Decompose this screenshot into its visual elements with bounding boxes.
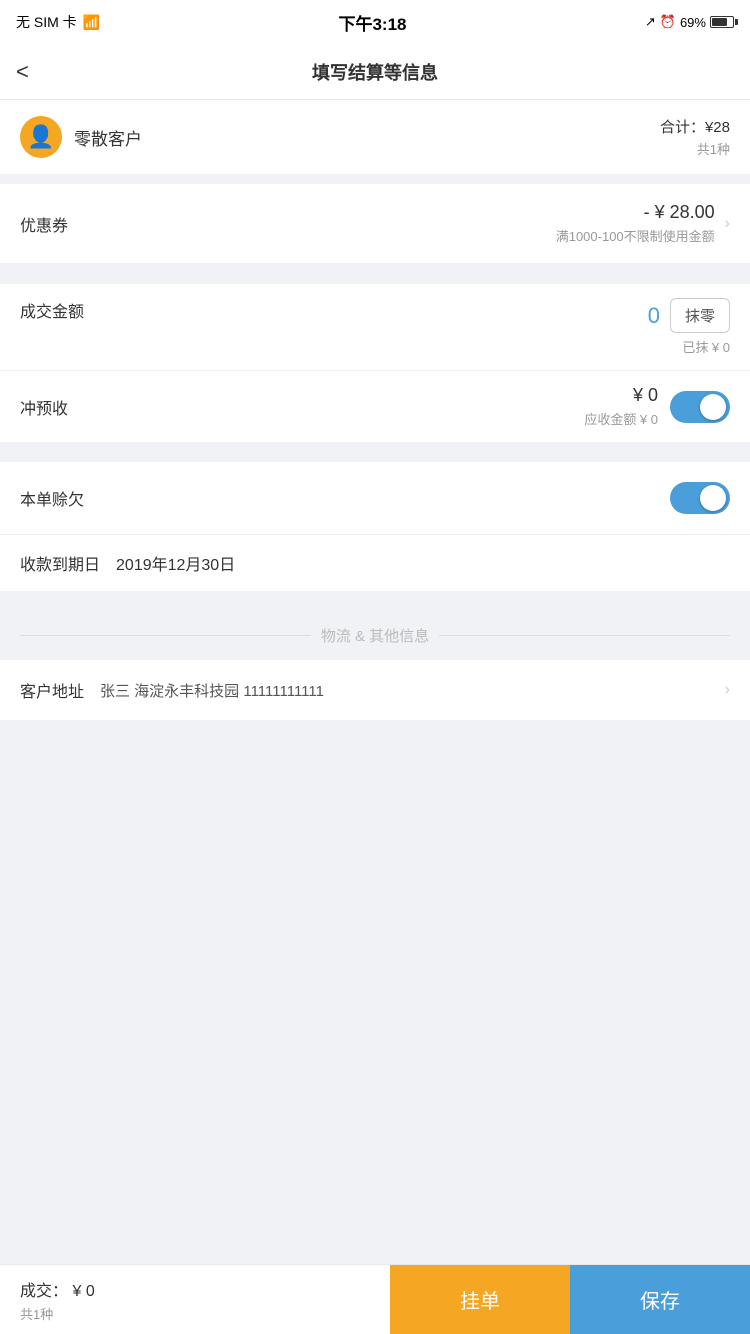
bottom-deal-label: 成交： (20, 1283, 68, 1300)
coupon-row[interactable]: 优惠券 - ¥ 28.00 满1000-100不限制使用金额 › (0, 184, 750, 264)
prepay-toggle[interactable] (670, 391, 730, 423)
deal-input-area: 0 抹零 (648, 298, 730, 333)
deal-row: 成交金额 0 抹零 已抹 ¥ 0 (0, 284, 750, 371)
bottom-summary: 成交： ¥ 0 共1种 (0, 1277, 390, 1323)
save-button[interactable]: 保存 (570, 1265, 750, 1334)
credit-section: 本单赊欠 收款到期日 2019年12月30日 (0, 462, 750, 591)
total-label: 合计：¥28 (660, 116, 730, 137)
chevron-right-icon: › (725, 215, 730, 233)
deal-right: 0 抹零 已抹 ¥ 0 (648, 298, 730, 356)
address-value: 张三 海淀永丰科技园 11111111111 (100, 680, 725, 701)
coupon-desc: 满1000-100不限制使用金额 (556, 226, 715, 245)
bottom-spacer (0, 730, 750, 810)
address-section: 客户地址 张三 海淀永丰科技园 11111111111 › (0, 660, 750, 720)
status-right: ↗ ⏰ 69% (645, 14, 734, 30)
section-divider-1 (0, 274, 750, 284)
wifi-icon: 📶 (83, 14, 100, 31)
back-button[interactable]: < (16, 59, 29, 85)
page-title: 填写结算等信息 (312, 59, 438, 85)
logistics-header: 物流 & 其他信息 (0, 611, 750, 660)
prepay-info: ¥ 0 应收金额 ¥ 0 (584, 385, 658, 428)
coupon-section: 优惠券 - ¥ 28.00 满1000-100不限制使用金额 › (0, 184, 750, 264)
no-sim-text: 无 SIM 卡 (16, 12, 77, 32)
due-label: 收款到期日 (20, 551, 100, 575)
bottom-deal: 成交： ¥ 0 (20, 1277, 370, 1301)
prepay-right: ¥ 0 应收金额 ¥ 0 (584, 385, 730, 428)
address-row[interactable]: 客户地址 张三 海淀永丰科技园 11111111111 › (0, 660, 750, 720)
battery-icon (710, 16, 734, 28)
bottom-deal-value: ¥ 0 (72, 1283, 94, 1300)
avatar-icon: 👤 (27, 124, 54, 150)
credit-toggle[interactable] (670, 482, 730, 514)
deal-sub: 已抹 ¥ 0 (682, 337, 730, 356)
prepay-label: 冲预收 (20, 395, 68, 419)
prepay-row: 冲预收 ¥ 0 应收金额 ¥ 0 (0, 371, 750, 442)
section-divider-3 (0, 601, 750, 611)
deal-label: 成交金额 (20, 298, 84, 322)
section-divider-2 (0, 452, 750, 462)
location-icon: ↗ (645, 14, 656, 30)
logistics-section: 物流 & 其他信息 (0, 611, 750, 660)
prepay-amount: ¥ 0 (584, 385, 658, 406)
status-left: 无 SIM 卡 📶 (16, 12, 100, 32)
credit-row: 本单赊欠 (0, 462, 750, 534)
status-time: 下午3:18 (338, 10, 406, 35)
coupon-amount: - ¥ 28.00 (556, 202, 715, 223)
bottom-bar: 成交： ¥ 0 共1种 挂单 保存 (0, 1264, 750, 1334)
customer-name: 零散客户 (74, 125, 142, 150)
deal-value[interactable]: 0 (648, 303, 660, 329)
round-down-button[interactable]: 抹零 (670, 298, 730, 333)
customer-info: 👤 零散客户 (20, 116, 142, 158)
battery-percent: 69% (680, 15, 706, 30)
bottom-count: 共1种 (20, 1304, 370, 1323)
prepay-sub: 应收金额 ¥ 0 (584, 409, 658, 428)
logistics-title: 物流 & 其他信息 (321, 625, 429, 646)
address-chevron-icon: › (725, 681, 730, 699)
status-bar: 无 SIM 卡 📶 下午3:18 ↗ ⏰ 69% (0, 0, 750, 44)
alarm-icon: ⏰ (660, 14, 676, 30)
nav-bar: < 填写结算等信息 (0, 44, 750, 100)
coupon-label: 优惠券 (20, 212, 68, 236)
address-label: 客户地址 (20, 678, 84, 702)
coupon-value: - ¥ 28.00 满1000-100不限制使用金额 (556, 202, 715, 245)
avatar: 👤 (20, 116, 62, 158)
due-date-row[interactable]: 收款到期日 2019年12月30日 (0, 534, 750, 591)
credit-label: 本单赊欠 (20, 486, 84, 510)
customer-row[interactable]: 👤 零散客户 合计：¥28 共1种 (0, 100, 750, 174)
customer-total: 合计：¥28 共1种 (660, 116, 730, 158)
customer-section: 👤 零散客户 合计：¥28 共1种 (0, 100, 750, 174)
deal-section: 成交金额 0 抹零 已抹 ¥ 0 冲预收 ¥ 0 应收金额 ¥ 0 (0, 284, 750, 442)
total-count: 共1种 (660, 139, 730, 158)
due-date-value: 2019年12月30日 (116, 551, 235, 575)
pending-button[interactable]: 挂单 (390, 1265, 570, 1334)
coupon-right: - ¥ 28.00 满1000-100不限制使用金额 › (556, 202, 730, 245)
